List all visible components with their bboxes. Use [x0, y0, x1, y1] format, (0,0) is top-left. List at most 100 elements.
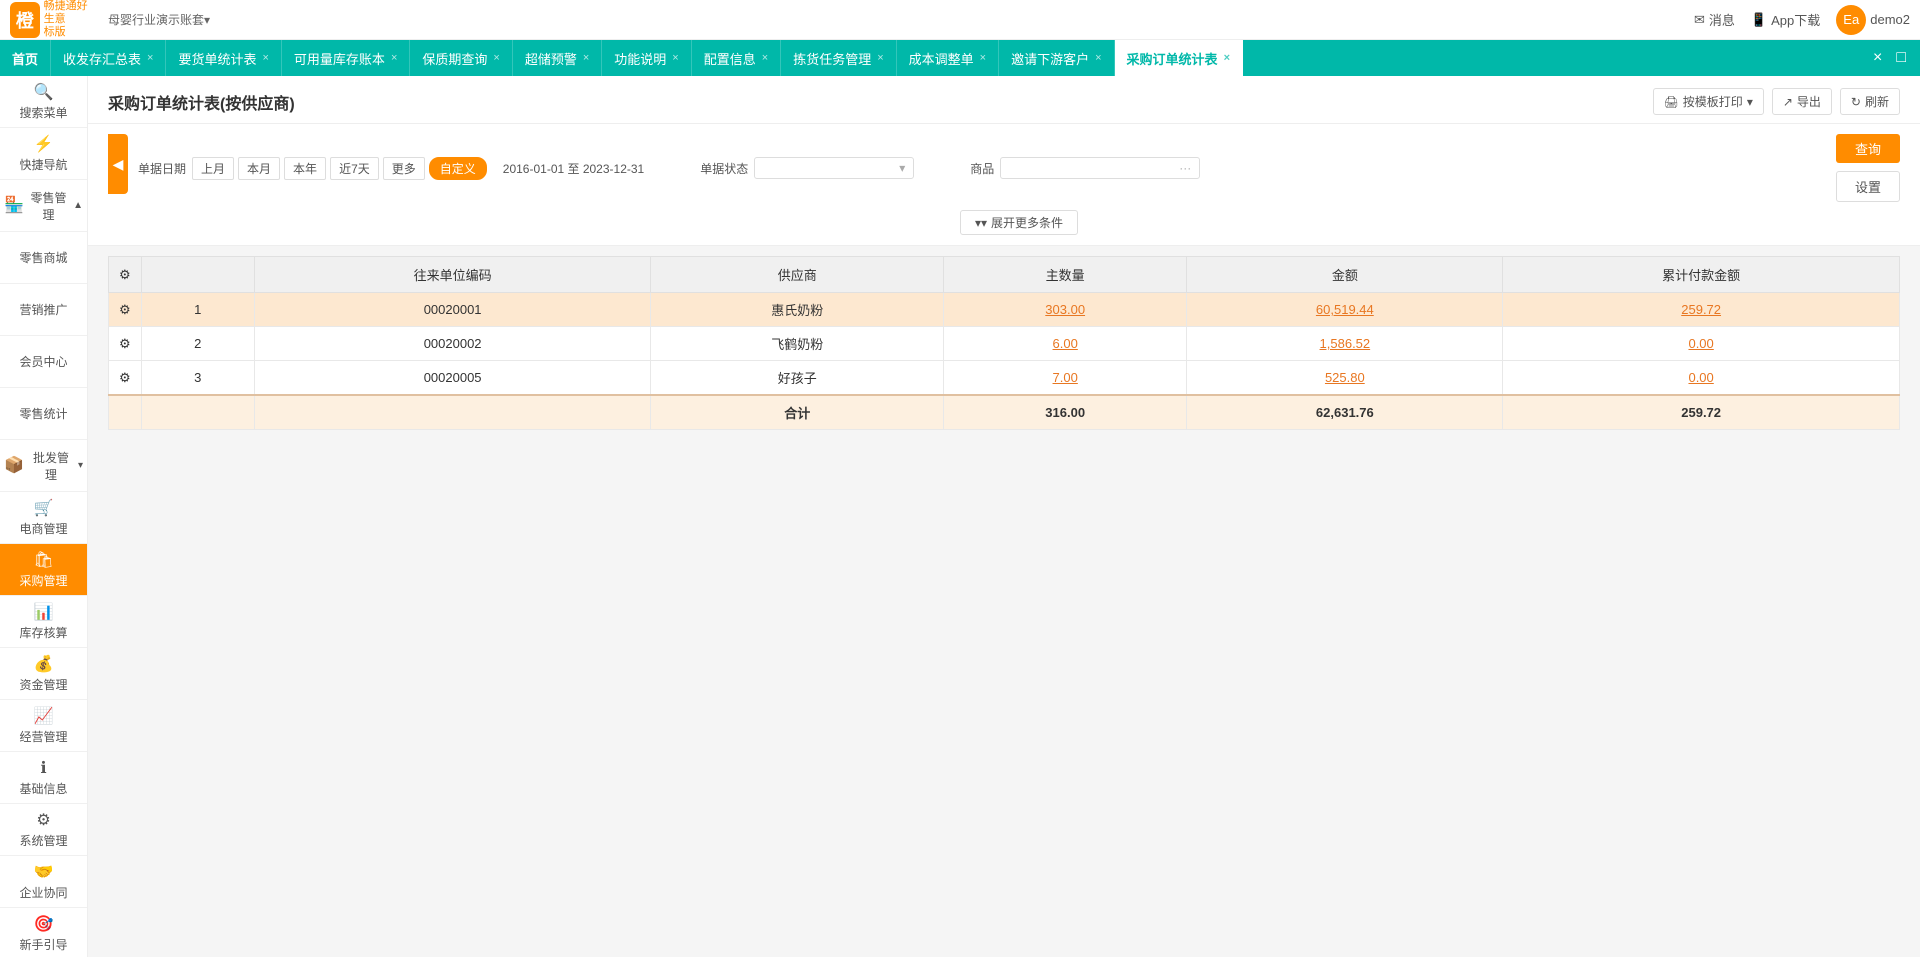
row-gear-1[interactable]: ⚙: [109, 293, 142, 327]
template-arrow-icon: ▾: [1747, 95, 1753, 109]
breadcrumb-area[interactable]: 母婴行业演示账套 ▾: [98, 11, 1694, 28]
row-gear-3[interactable]: ⚙: [109, 361, 142, 396]
date-btn-more[interactable]: 更多: [383, 157, 425, 180]
row-paid-1: 259.72: [1503, 293, 1900, 327]
table-row[interactable]: ⚙ 1 00020001 惠氏奶粉 303.00 60,519.44 259.7…: [109, 293, 1900, 327]
date-btn-7days[interactable]: 近7天: [330, 157, 379, 180]
row-qty-3: 7.00: [943, 361, 1186, 396]
table-header-row: ⚙ 往来单位编码 供应商 主数量 金额 累计付款金额: [109, 257, 1900, 293]
tab-expiry-query[interactable]: 保质期查询 ×: [410, 40, 512, 76]
tab-picking-task[interactable]: 拣货任务管理 ×: [781, 40, 896, 76]
nav-tabs: 首页 收发存汇总表 × 要货单统计表 × 可用量库存账本 × 保质期查询 × 超…: [0, 40, 1920, 76]
sidebar-item-wholesale[interactable]: 📦 批发管理 ▾: [0, 440, 87, 492]
date-btn-this-month[interactable]: 本月: [238, 157, 280, 180]
sidebar-label-retail-stats: 零售统计: [19, 405, 67, 422]
sidebar-label-wholesale: 批发管理: [28, 449, 74, 483]
sidebar-label-operations: 经营管理: [19, 728, 67, 745]
sidebar-item-operations[interactable]: 📈 经营管理: [0, 700, 87, 752]
sidebar-item-basic-info[interactable]: ℹ 基础信息: [0, 752, 87, 804]
export-btn[interactable]: ↗ 导出: [1772, 88, 1832, 115]
sidebar-item-inventory[interactable]: 📊 库存核算: [0, 596, 87, 648]
date-range-text: 2016-01-01 至 2023-12-31: [503, 160, 644, 177]
sidebar-item-purchase[interactable]: 🛍 采购管理: [0, 544, 87, 596]
template-print-btn[interactable]: 🖨 按模板打印 ▾: [1653, 88, 1764, 115]
date-btn-custom[interactable]: 自定义: [429, 157, 487, 180]
row-amount-3: 525.80: [1187, 361, 1503, 396]
close-tab-cost[interactable]: ×: [980, 52, 986, 64]
query-btn[interactable]: 查询: [1836, 134, 1900, 163]
product-input[interactable]: ···: [1000, 157, 1200, 179]
date-label: 单据日期: [138, 160, 186, 177]
collapse-filter-btn[interactable]: ◀: [108, 134, 128, 194]
col-code: 往来单位编码: [254, 257, 651, 293]
table-area: ⚙ 往来单位编码 供应商 主数量 金额 累计付款金额 ⚙ 1 00020001: [88, 246, 1920, 957]
tab-config-info[interactable]: 配置信息 ×: [692, 40, 781, 76]
table-row[interactable]: ⚙ 3 00020005 好孩子 7.00 525.80 0.00: [109, 361, 1900, 396]
sidebar-item-ecommerce[interactable]: 🛒 电商管理: [0, 492, 87, 544]
sidebar-item-quick-nav[interactable]: ⚡ 快捷导航: [0, 128, 87, 180]
row-qty-2: 6.00: [943, 327, 1186, 361]
sidebar-item-member[interactable]: 会员中心: [0, 336, 87, 388]
tab-function-desc[interactable]: 功能说明 ×: [602, 40, 691, 76]
row-code-3: 00020005: [254, 361, 651, 396]
close-tab-picking[interactable]: ×: [877, 52, 883, 64]
tab-invite-downstream[interactable]: 邀请下游客户 ×: [999, 40, 1114, 76]
close-tab-overstock[interactable]: ×: [583, 52, 589, 64]
sidebar-item-retail-stats[interactable]: 零售统计: [0, 388, 87, 440]
close-tab-config[interactable]: ×: [762, 52, 768, 64]
status-select[interactable]: ▾: [754, 157, 914, 179]
close-tab-expiry[interactable]: ×: [493, 52, 499, 64]
settings-btn[interactable]: 设置: [1836, 171, 1900, 202]
sidebar-item-search[interactable]: 🔍 搜索菜单: [0, 76, 87, 128]
app-download-label: App下载: [1771, 10, 1820, 29]
tab-order-stats[interactable]: 要货单统计表 ×: [166, 40, 281, 76]
tab-close-all-btn[interactable]: ×: [1867, 47, 1888, 69]
sidebar-label-purchase: 采购管理: [19, 572, 67, 589]
row-supplier-3: 好孩子: [651, 361, 944, 396]
sidebar-label-guide: 新手引导: [19, 936, 67, 953]
sidebar-item-finance[interactable]: 💰 资金管理: [0, 648, 87, 700]
status-label: 单据状态: [700, 160, 748, 177]
date-btn-this-year[interactable]: 本年: [284, 157, 326, 180]
close-tab-collection[interactable]: ×: [147, 52, 153, 64]
close-tab-purchase-stats[interactable]: ×: [1224, 52, 1230, 64]
sidebar-item-guide[interactable]: 🎯 新手引导: [0, 908, 87, 957]
purchase-icon: 🛍: [33, 550, 53, 570]
tab-collection-summary[interactable]: 收发存汇总表 ×: [51, 40, 166, 76]
app-download-btn[interactable]: 📱 App下载: [1751, 10, 1820, 29]
sidebar-item-marketing[interactable]: 营销推广: [0, 284, 87, 336]
message-label: 消息: [1709, 10, 1735, 29]
tab-home[interactable]: 首页: [0, 40, 51, 76]
close-tab-invite[interactable]: ×: [1095, 52, 1101, 64]
row-paid-3: 0.00: [1503, 361, 1900, 396]
sidebar-item-collab[interactable]: 🤝 企业协同: [0, 856, 87, 908]
tab-purchase-stats[interactable]: 采购订单统计表 ×: [1115, 40, 1243, 76]
message-btn[interactable]: ✉ 消息: [1694, 10, 1735, 29]
table-gear-icon[interactable]: ⚙: [119, 267, 131, 282]
row-qty-1: 303.00: [943, 293, 1186, 327]
status-filter: 单据状态 ▾: [700, 157, 914, 179]
tab-available-stock[interactable]: 可用量库存账本 ×: [282, 40, 410, 76]
row-amount-2: 1,586.52: [1187, 327, 1503, 361]
close-tab-available-stock[interactable]: ×: [391, 52, 397, 64]
tab-overstock[interactable]: 超储预警 ×: [513, 40, 602, 76]
sidebar-item-retail[interactable]: 🏪 零售管理 ▲: [0, 180, 87, 232]
date-btn-last-month[interactable]: 上月: [192, 157, 234, 180]
refresh-btn[interactable]: ↻ 刷新: [1840, 88, 1900, 115]
close-tab-function[interactable]: ×: [672, 52, 678, 64]
user-area[interactable]: Ea demo2: [1836, 5, 1910, 35]
product-label: 商品: [970, 160, 994, 177]
tab-cost-adjust[interactable]: 成本调整单 ×: [897, 40, 999, 76]
sidebar-item-system[interactable]: ⚙ 系统管理: [0, 804, 87, 856]
tab-maximize-btn[interactable]: □: [1890, 47, 1912, 69]
sidebar-label-collab: 企业协同: [19, 884, 67, 901]
row-gear-2[interactable]: ⚙: [109, 327, 142, 361]
top-bar: 橙 畅捷通好生意标版 母婴行业演示账套 ▾ ✉ 消息 📱 App下载 Ea de…: [0, 0, 1920, 40]
close-tab-order-stats[interactable]: ×: [262, 52, 268, 64]
top-right: ✉ 消息 📱 App下载 Ea demo2: [1694, 5, 1910, 35]
expand-btn[interactable]: ▾▾ 展开更多条件: [960, 210, 1078, 235]
sidebar-item-retail-shop[interactable]: 零售商城: [0, 232, 87, 284]
table-row[interactable]: ⚙ 2 00020002 飞鹤奶粉 6.00 1,586.52 0.00: [109, 327, 1900, 361]
col-qty: 主数量: [943, 257, 1186, 293]
wholesale-arrow-icon: ▾: [78, 460, 83, 471]
